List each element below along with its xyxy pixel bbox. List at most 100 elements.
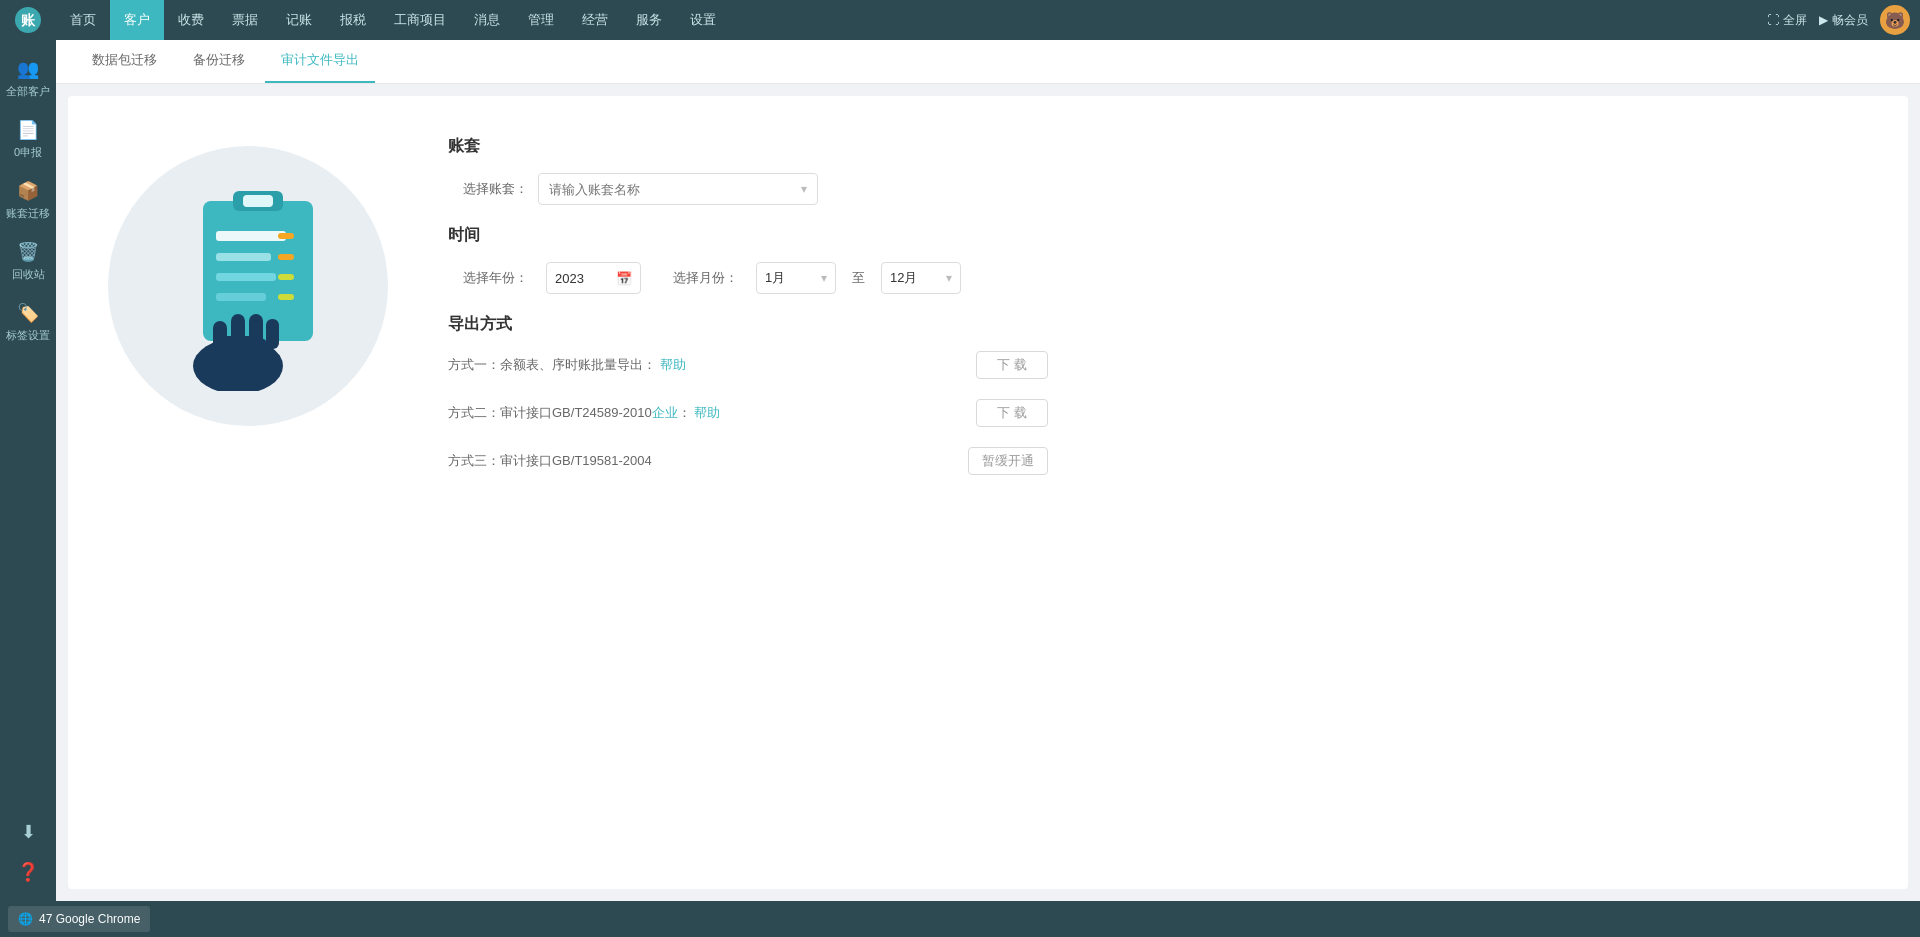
- nav-item-bookkeeping[interactable]: 记账: [272, 0, 326, 40]
- fullscreen-icon: ⛶: [1767, 13, 1779, 27]
- form-area: 账套 选择账套： ▾ 时间 选择年份： 📅: [448, 126, 1048, 495]
- account-select-input[interactable]: ▾: [538, 173, 818, 205]
- sidebar-icon-tag-settings: 🏷️: [17, 302, 39, 324]
- sidebar-items: 👥 全部客户 📄 0申报 📦 账套迁移 🗑️ 回收站 🏷️ 标签设置: [6, 48, 50, 353]
- nav-item-bizproject[interactable]: 工商项目: [380, 0, 460, 40]
- sidebar-label-account-migration: 账套迁移: [6, 206, 50, 221]
- sidebar-download-icon[interactable]: ⬇: [15, 815, 42, 849]
- svg-rect-16: [231, 314, 245, 349]
- sidebar-item-zero-filing[interactable]: 📄 0申报: [6, 109, 50, 170]
- account-name-input[interactable]: [549, 182, 801, 197]
- illustration-svg: [158, 181, 338, 391]
- svg-rect-17: [249, 314, 263, 349]
- export-method-row-2: 方式二：审计接口GB/T24589-2010企业： 帮助 下 载: [448, 399, 1048, 427]
- export-method-row-1: 方式一：余额表、序时账批量导出： 帮助 下 载: [448, 351, 1048, 379]
- taskbar: 🌐 47 Google Chrome: [0, 901, 1920, 937]
- nav-item-settings[interactable]: 设置: [676, 0, 730, 40]
- method2-text: 方式二：审计接口GB/T24589-2010: [448, 405, 652, 420]
- avatar[interactable]: 🐻: [1880, 5, 1910, 35]
- export-method-row-3: 方式三：审计接口GB/T19581-2004 暂缓开通: [448, 447, 1048, 475]
- nav-item-operation[interactable]: 经营: [568, 0, 622, 40]
- export-section-title: 导出方式: [448, 314, 1048, 335]
- main-layout: 👥 全部客户 📄 0申报 📦 账套迁移 🗑️ 回收站 🏷️ 标签设置 ⬇ ❓ 数据包迁移 备份迁移…: [0, 40, 1920, 901]
- nav-item-manage[interactable]: 管理: [514, 0, 568, 40]
- page-content: 账套 选择账套： ▾ 时间 选择年份： 📅: [68, 96, 1908, 889]
- export-method-label-1: 方式一：余额表、序时账批量导出： 帮助: [448, 356, 976, 374]
- month-label: 选择月份：: [673, 269, 738, 287]
- sidebar-item-account-migration[interactable]: 📦 账套迁移: [6, 170, 50, 231]
- sidebar-label-recycle: 回收站: [12, 267, 45, 282]
- time-row: 选择年份： 📅 选择月份： 1月 ▾ 至 12月 ▾: [448, 262, 1048, 294]
- illustration-circle: [108, 146, 388, 426]
- chrome-label: 47 Google Chrome: [39, 912, 140, 926]
- top-nav-right: ⛶ 全屏 ▶ 畅会员 🐻: [1767, 5, 1910, 35]
- tab-data-migration[interactable]: 数据包迁移: [76, 40, 173, 83]
- illustration-area: [108, 146, 388, 426]
- member-btn[interactable]: ▶ 畅会员: [1819, 12, 1868, 29]
- calendar-icon: 📅: [616, 271, 632, 286]
- nav-item-invoice[interactable]: 票据: [218, 0, 272, 40]
- year-label: 选择年份：: [448, 269, 528, 287]
- method3-text: 方式三：审计接口GB/T19581-2004: [448, 453, 652, 468]
- sidebar-help-icon[interactable]: ❓: [11, 855, 45, 889]
- sidebar-item-all-clients[interactable]: 👥 全部客户: [6, 48, 50, 109]
- export-method-label-3: 方式三：审计接口GB/T19581-2004: [448, 452, 968, 470]
- taskbar-chrome-item[interactable]: 🌐 47 Google Chrome: [8, 906, 150, 932]
- nav-item-message[interactable]: 消息: [460, 0, 514, 40]
- tab-audit-export[interactable]: 审计文件导出: [265, 40, 375, 83]
- month-end-value: 12月: [890, 269, 917, 287]
- fullscreen-label: 全屏: [1783, 12, 1807, 29]
- chrome-icon: 🌐: [18, 912, 33, 926]
- month-end-chevron-icon: ▾: [946, 271, 952, 285]
- account-chevron-icon: ▾: [801, 182, 807, 196]
- sidebar-label-zero-filing: 0申报: [14, 145, 42, 160]
- method3-coming-soon-btn[interactable]: 暂缓开通: [968, 447, 1048, 475]
- method2-company-text: 企业: [652, 405, 678, 420]
- sidebar-icon-all-clients: 👥: [17, 58, 39, 80]
- sidebar-icon-zero-filing: 📄: [17, 119, 39, 141]
- method1-text: 方式一：余额表、序时账批量导出：: [448, 357, 656, 372]
- nav-item-fee[interactable]: 收费: [164, 0, 218, 40]
- tabs-bar: 数据包迁移 备份迁移 审计文件导出: [56, 40, 1920, 84]
- method2-colon: ：: [678, 405, 691, 420]
- sidebar-icon-account-migration: 📦: [17, 180, 39, 202]
- nav-items: 首页客户收费票据记账报税工商项目消息管理经营服务设置: [56, 0, 1767, 40]
- fullscreen-btn[interactable]: ⛶ 全屏: [1767, 12, 1807, 29]
- app-logo[interactable]: 账: [10, 2, 46, 38]
- account-section-title: 账套: [448, 136, 1048, 157]
- sidebar-bottom: ⬇ ❓: [11, 815, 45, 901]
- year-input[interactable]: 📅: [546, 262, 641, 294]
- method1-help-link[interactable]: 帮助: [660, 357, 686, 372]
- svg-rect-12: [278, 294, 294, 300]
- export-method-label-2: 方式二：审计接口GB/T24589-2010企业： 帮助: [448, 404, 976, 422]
- month-end-select[interactable]: 12月 ▾: [881, 262, 961, 294]
- svg-rect-8: [278, 254, 294, 260]
- month-start-select[interactable]: 1月 ▾: [756, 262, 836, 294]
- content-area: 数据包迁移 备份迁移 审计文件导出: [56, 40, 1920, 901]
- nav-item-service[interactable]: 服务: [622, 0, 676, 40]
- method2-help-link[interactable]: 帮助: [694, 405, 720, 420]
- top-nav: 账 首页客户收费票据记账报税工商项目消息管理经营服务设置 ⛶ 全屏 ▶ 畅会员 …: [0, 0, 1920, 40]
- time-section-title: 时间: [448, 225, 1048, 246]
- method2-download-btn[interactable]: 下 载: [976, 399, 1048, 427]
- sidebar-item-tag-settings[interactable]: 🏷️ 标签设置: [6, 292, 50, 353]
- member-label: 畅会员: [1832, 12, 1868, 29]
- svg-rect-10: [278, 274, 294, 280]
- sidebar-icon-recycle: 🗑️: [17, 241, 39, 263]
- svg-rect-18: [266, 319, 279, 349]
- svg-rect-4: [243, 195, 273, 207]
- sidebar-item-recycle[interactable]: 🗑️ 回收站: [6, 231, 50, 292]
- nav-item-home[interactable]: 首页: [56, 0, 110, 40]
- account-select-label: 选择账套：: [448, 180, 528, 198]
- sidebar-label-all-clients: 全部客户: [6, 84, 50, 99]
- month-start-chevron-icon: ▾: [821, 271, 827, 285]
- tab-backup-migration[interactable]: 备份迁移: [177, 40, 261, 83]
- nav-item-client[interactable]: 客户: [110, 0, 164, 40]
- svg-rect-5: [216, 231, 286, 241]
- svg-rect-15: [213, 321, 227, 351]
- nav-item-tax[interactable]: 报税: [326, 0, 380, 40]
- sidebar: 👥 全部客户 📄 0申报 📦 账套迁移 🗑️ 回收站 🏷️ 标签设置 ⬇ ❓: [0, 40, 56, 901]
- year-value-input[interactable]: [555, 271, 610, 286]
- sidebar-label-tag-settings: 标签设置: [6, 328, 50, 343]
- method1-download-btn[interactable]: 下 载: [976, 351, 1048, 379]
